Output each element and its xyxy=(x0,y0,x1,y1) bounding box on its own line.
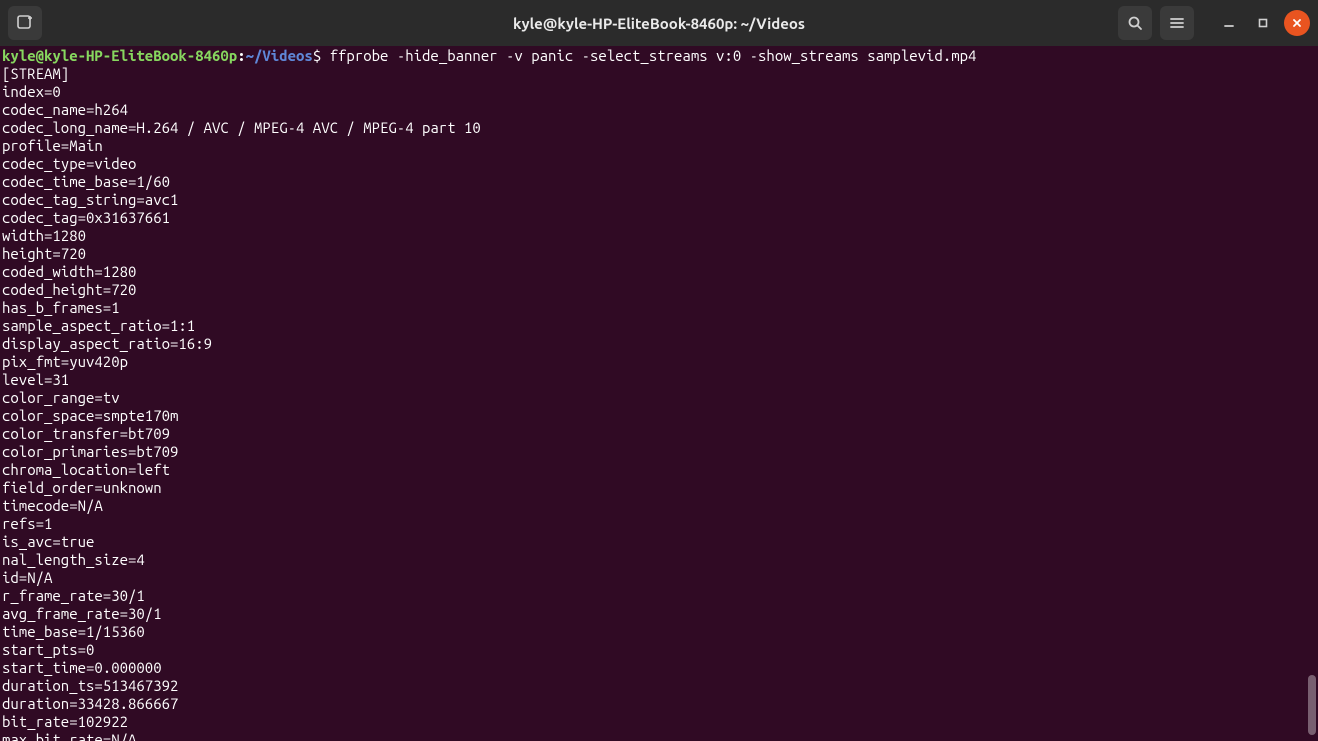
maximize-icon xyxy=(1257,17,1269,29)
scrollbar-track[interactable] xyxy=(1306,46,1316,741)
close-icon xyxy=(1291,17,1303,29)
output-line: display_aspect_ratio=16:9 xyxy=(2,335,1316,353)
output-line: profile=Main xyxy=(2,137,1316,155)
output-line: index=0 xyxy=(2,83,1316,101)
search-button[interactable] xyxy=(1118,6,1152,40)
output-line: codec_tag_string=avc1 xyxy=(2,191,1316,209)
output-line: duration=33428.866667 xyxy=(2,695,1316,713)
output-line: color_space=smpte170m xyxy=(2,407,1316,425)
new-tab-button[interactable] xyxy=(8,6,42,40)
hamburger-menu-button[interactable] xyxy=(1160,6,1194,40)
output-line: time_base=1/15360 xyxy=(2,623,1316,641)
output-line: width=1280 xyxy=(2,227,1316,245)
output-line: [STREAM] xyxy=(2,65,1316,83)
output-line: codec_type=video xyxy=(2,155,1316,173)
output-line: color_range=tv xyxy=(2,389,1316,407)
prompt-colon: : xyxy=(237,47,245,64)
minimize-button[interactable] xyxy=(1216,10,1242,36)
prompt-path: ~/Videos xyxy=(246,47,313,64)
output-line: id=N/A xyxy=(2,569,1316,587)
prompt-user-host: kyle@kyle-HP-EliteBook-8460p xyxy=(2,47,237,64)
close-button[interactable] xyxy=(1284,10,1310,36)
command-text: ffprobe -hide_banner -v panic -select_st… xyxy=(330,47,977,64)
output-line: chroma_location=left xyxy=(2,461,1316,479)
terminal-window: kyle@kyle-HP-EliteBook-8460p: ~/Videos xyxy=(0,0,1318,741)
titlebar: kyle@kyle-HP-EliteBook-8460p: ~/Videos xyxy=(0,0,1318,46)
output-line: codec_long_name=H.264 / AVC / MPEG-4 AVC… xyxy=(2,119,1316,137)
window-title: kyle@kyle-HP-EliteBook-8460p: ~/Videos xyxy=(513,15,805,32)
prompt-dollar: $ xyxy=(313,47,330,64)
output-line: start_time=0.000000 xyxy=(2,659,1316,677)
output-line: coded_height=720 xyxy=(2,281,1316,299)
output-line: codec_tag=0x31637661 xyxy=(2,209,1316,227)
output-line: height=720 xyxy=(2,245,1316,263)
output-line: avg_frame_rate=30/1 xyxy=(2,605,1316,623)
output-line: timecode=N/A xyxy=(2,497,1316,515)
output-line: coded_width=1280 xyxy=(2,263,1316,281)
output-line: codec_name=h264 xyxy=(2,101,1316,119)
output-line: color_primaries=bt709 xyxy=(2,443,1316,461)
output-line: is_avc=true xyxy=(2,533,1316,551)
terminal-body[interactable]: kyle@kyle-HP-EliteBook-8460p:~/Videos$ f… xyxy=(0,46,1318,741)
output-line: pix_fmt=yuv420p xyxy=(2,353,1316,371)
output-container: [STREAM]index=0codec_name=h264codec_long… xyxy=(2,65,1316,741)
output-line: max_bit_rate=N/A xyxy=(2,731,1316,741)
output-line: bit_rate=102922 xyxy=(2,713,1316,731)
output-line: start_pts=0 xyxy=(2,641,1316,659)
minimize-icon xyxy=(1223,17,1235,29)
output-line: field_order=unknown xyxy=(2,479,1316,497)
output-line: nal_length_size=4 xyxy=(2,551,1316,569)
output-line: level=31 xyxy=(2,371,1316,389)
search-icon xyxy=(1127,15,1143,31)
output-line: r_frame_rate=30/1 xyxy=(2,587,1316,605)
output-line: color_transfer=bt709 xyxy=(2,425,1316,443)
scrollbar-thumb[interactable] xyxy=(1308,675,1316,735)
output-line: has_b_frames=1 xyxy=(2,299,1316,317)
output-line: codec_time_base=1/60 xyxy=(2,173,1316,191)
output-line: duration_ts=513467392 xyxy=(2,677,1316,695)
output-line: refs=1 xyxy=(2,515,1316,533)
output-line: sample_aspect_ratio=1:1 xyxy=(2,317,1316,335)
prompt-line: kyle@kyle-HP-EliteBook-8460p:~/Videos$ f… xyxy=(2,47,1316,65)
maximize-button[interactable] xyxy=(1250,10,1276,36)
new-tab-icon xyxy=(16,14,34,32)
hamburger-icon xyxy=(1169,15,1185,31)
